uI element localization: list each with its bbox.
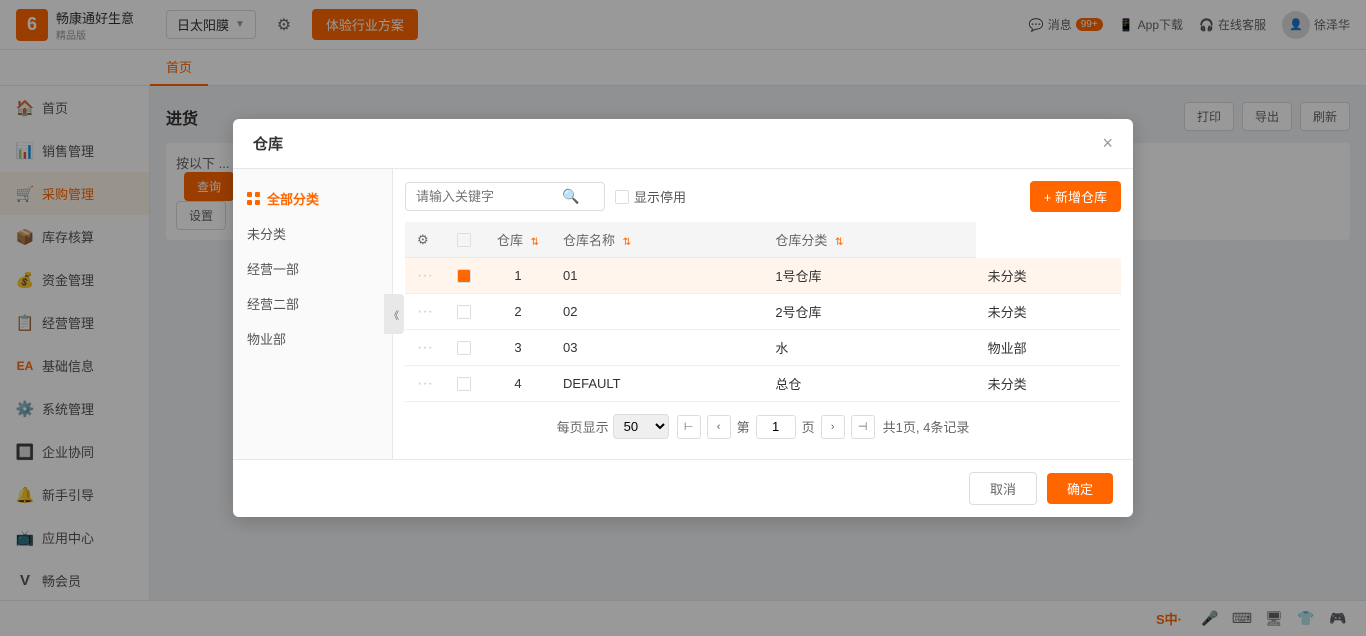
row-code: 02 [551,294,763,330]
table-header-row: ⚙ 仓库 ⇅ 仓库名称 ⇅ [405,222,1121,258]
row-gear-cell[interactable]: ··· [405,294,445,330]
row-category: 未分类 [976,366,1121,402]
col-code-sort-icon: ⇅ [531,237,539,248]
row-number: 2 [485,294,551,330]
col-category-label: 仓库分类 [775,233,827,248]
col-category-sort-icon: ⇅ [835,237,843,248]
row-check-cell [445,330,485,366]
col-header-name: 仓库名称 ⇅ [551,222,763,258]
col-code-label: 仓库 [497,233,523,248]
collapse-panel-button[interactable]: 《 [384,294,404,334]
row-category: 物业部 [976,330,1121,366]
row-category: 未分类 [976,294,1121,330]
category-item-unclassified[interactable]: 未分类 [233,216,392,251]
row-checkbox[interactable] [457,341,471,355]
category-label-property: 物业部 [247,332,286,347]
row-checkbox[interactable] [457,377,471,391]
table-row[interactable]: ··· 2022号仓库未分类 [405,294,1121,330]
confirm-button[interactable]: 确定 [1047,473,1113,504]
show-disabled-label: 显示停用 [634,187,686,206]
table-toolbar: 🔍 显示停用 + 新增仓库 [405,181,1121,212]
page-number-input[interactable] [756,415,796,439]
row-name: 水 [763,330,975,366]
last-page-button[interactable]: ⊣ [851,415,875,439]
category-panel: 全部分类 未分类 经营一部 经营二部 物业部 《 [233,169,393,459]
category-item-dept2[interactable]: 经营二部 [233,286,392,321]
col-header-gear: ⚙ [405,222,445,258]
row-number: 1 [485,258,551,294]
table-row[interactable]: ··· 303水物业部 [405,330,1121,366]
per-page-select[interactable]: 50 20 100 [613,414,669,439]
row-name: 1号仓库 [763,258,975,294]
modal-title: 仓库 [253,133,283,154]
show-disabled-area: 显示停用 [615,187,686,206]
col-header-code: 仓库 ⇅ [485,222,551,258]
page-info: 共1页, 4条记录 [883,417,970,436]
table-row[interactable]: ··· 1011号仓库未分类 [405,258,1121,294]
col-name-label: 仓库名称 [563,233,615,248]
search-icon: 🔍 [562,188,579,205]
all-categories-item[interactable]: 全部分类 [233,181,392,216]
row-checkbox[interactable] [457,269,471,283]
category-label-dept1: 经营一部 [247,262,299,277]
modal-footer: 取消 确定 [233,459,1133,517]
row-check-cell [445,294,485,330]
row-name: 总仓 [763,366,975,402]
row-category: 未分类 [976,258,1121,294]
table-body: ···1011号仓库未分类···2022号仓库未分类···303水物业部···4… [405,258,1121,402]
pagination-area: 每页显示 50 20 100 ⊢ ‹ 第 页 › [405,402,1121,447]
modal-close-button[interactable]: × [1102,133,1113,154]
select-all-checkbox[interactable] [457,233,471,247]
row-code: 03 [551,330,763,366]
category-item-dept1[interactable]: 经营一部 [233,251,392,286]
warehouse-modal: 仓库 × 全部分类 未分类 经营一部 [233,119,1133,517]
next-page-button[interactable]: › [821,415,845,439]
row-gear-cell[interactable]: ··· [405,330,445,366]
table-row[interactable]: ··· 4DEFAULT总仓未分类 [405,366,1121,402]
row-name: 2号仓库 [763,294,975,330]
page-text: 第 [737,417,750,436]
per-page-label: 每页显示 [557,417,609,436]
first-page-button[interactable]: ⊢ [677,415,701,439]
search-input[interactable] [416,189,556,204]
grid-icon [247,192,261,206]
modal-header: 仓库 × [233,119,1133,169]
row-check-cell [445,258,485,294]
show-disabled-checkbox[interactable] [615,190,629,204]
row-gear-cell[interactable]: ··· [405,366,445,402]
row-code: DEFAULT [551,366,763,402]
warehouse-table: ⚙ 仓库 ⇅ 仓库名称 ⇅ [405,222,1121,402]
page-size-selector: 每页显示 50 20 100 [557,414,669,439]
page-suffix: 页 [802,417,815,436]
category-label-unclassified: 未分类 [247,227,286,242]
col-header-check [445,222,485,258]
row-number: 4 [485,366,551,402]
row-code: 01 [551,258,763,294]
row-checkbox[interactable] [457,305,471,319]
category-label-dept2: 经营二部 [247,297,299,312]
all-categories-label: 全部分类 [267,189,319,208]
modal-body: 全部分类 未分类 经营一部 经营二部 物业部 《 [233,169,1133,459]
row-gear-cell[interactable]: ··· [405,258,445,294]
row-number: 3 [485,330,551,366]
col-header-category: 仓库分类 ⇅ [763,222,975,258]
col-name-sort-icon: ⇅ [623,237,631,248]
row-check-cell [445,366,485,402]
prev-page-button[interactable]: ‹ [707,415,731,439]
category-item-property[interactable]: 物业部 [233,321,392,356]
table-panel: 🔍 显示停用 + 新增仓库 ⚙ [393,169,1133,459]
add-warehouse-button[interactable]: + 新增仓库 [1030,181,1121,212]
search-box: 🔍 [405,182,605,211]
cancel-button[interactable]: 取消 [969,472,1037,505]
table-container: ⚙ 仓库 ⇅ 仓库名称 ⇅ [405,222,1121,402]
page-navigation: ⊢ ‹ 第 页 › ⊣ [677,415,875,439]
modal-overlay: 仓库 × 全部分类 未分类 经营一部 [0,0,1366,636]
